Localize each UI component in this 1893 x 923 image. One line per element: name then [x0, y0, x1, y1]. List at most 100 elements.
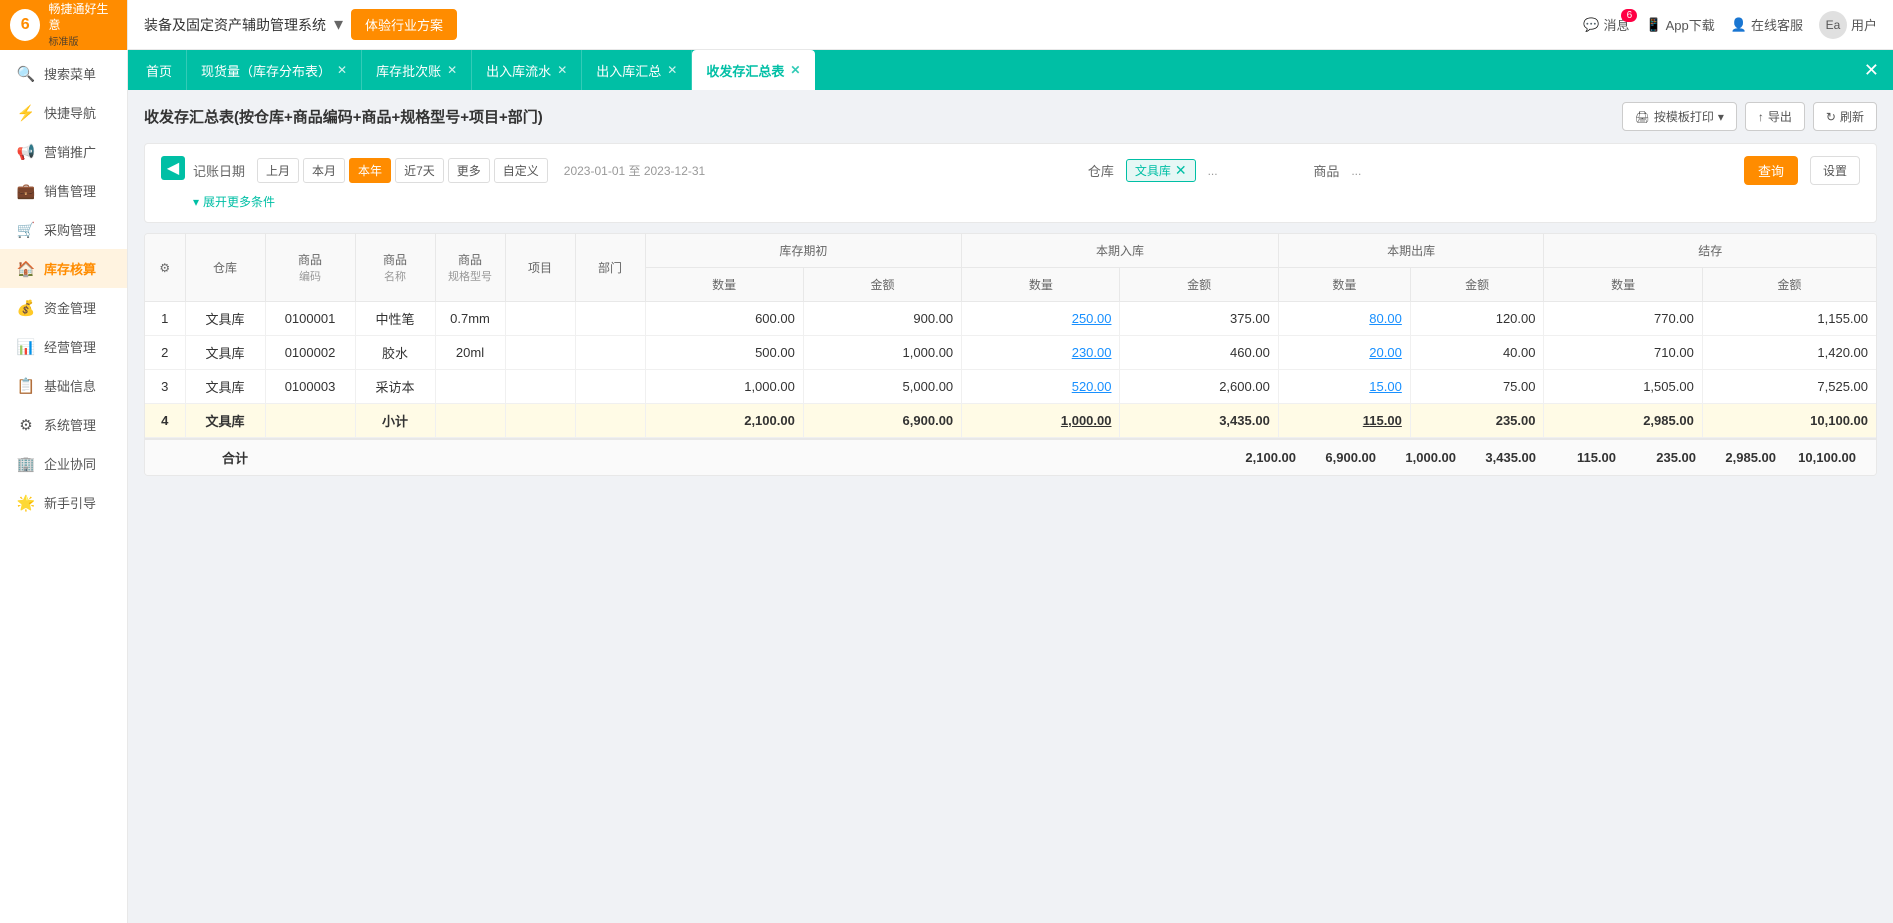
warehouse-more[interactable]: ... [1208, 164, 1218, 178]
lightning-icon: ⚡ [16, 104, 36, 122]
tab-bar-close-all[interactable]: ✕ [1854, 60, 1889, 81]
date-btn-last-month[interactable]: 上月 [257, 158, 299, 183]
tab-close-flow[interactable]: ✕ [557, 63, 567, 77]
td-name: 中性笔 [355, 302, 435, 336]
tab-summary[interactable]: 出入库汇总 ✕ [582, 50, 692, 90]
print-button[interactable]: 🖨 按模板打印 ▾ [1622, 102, 1737, 131]
settings-dropdown-icon[interactable]: ▾ [334, 14, 343, 35]
page-actions: 🖨 按模板打印 ▾ ↑ 导出 ↻ 刷新 [1622, 102, 1877, 131]
th-in-amt: 金额 [1120, 268, 1278, 302]
settings-button[interactable]: 设置 [1810, 156, 1860, 185]
sidebar-item-search[interactable]: 🔍 搜索菜单 [0, 54, 127, 93]
tab-close-batch[interactable]: ✕ [447, 63, 457, 77]
sidebar-item-sales[interactable]: 💼 销售管理 [0, 171, 127, 210]
th-dept: 部门 [575, 234, 645, 302]
table-settings-icon[interactable]: ⚙ [159, 261, 170, 275]
td-closing-qty: 770.00 [1544, 302, 1702, 336]
th-opening-qty: 数量 [645, 268, 803, 302]
date-range-display: 2023-01-01 至 2023-12-31 [564, 162, 705, 179]
tab-stock-distribution[interactable]: 现货量（库存分布表） ✕ [187, 50, 362, 90]
remove-warehouse-icon[interactable]: ✕ [1175, 162, 1187, 179]
goods-label: 商品 [1313, 161, 1339, 180]
date-btn-this-year[interactable]: 本年 [349, 158, 391, 183]
marketing-icon: 📢 [16, 143, 36, 161]
footer-opening-amt: 6,900.00 [1306, 450, 1386, 465]
sidebar-item-finance[interactable]: 💰 资金管理 [0, 288, 127, 327]
tab-close-stock[interactable]: ✕ [337, 63, 347, 77]
sidebar-item-marketing[interactable]: 📢 营销推广 [0, 132, 127, 171]
tab-flow[interactable]: 出入库流水 ✕ [472, 50, 582, 90]
td-warehouse: 文具库 [185, 336, 265, 370]
tab-recv-send-summary[interactable]: 收发存汇总表 ✕ [692, 50, 815, 90]
system-icon: ⚙ [16, 416, 36, 434]
message-icon: 💬 [1583, 17, 1599, 33]
td-code: 0100002 [265, 336, 355, 370]
phone-icon: 📱 [1645, 17, 1661, 33]
export-icon: ↑ [1758, 110, 1764, 124]
td-closing-amt: 1,155.00 [1702, 302, 1876, 336]
td-in-qty: 250.00 [962, 302, 1120, 336]
sidebar-item-operations[interactable]: 📊 经营管理 [0, 327, 127, 366]
td-spec [435, 370, 505, 404]
sidebar-item-basic[interactable]: 📋 基础信息 [0, 366, 127, 405]
online-service-item[interactable]: 👤 在线客服 [1731, 15, 1803, 34]
logo-icon: 6 [10, 9, 40, 41]
td-out-qty: 20.00 [1278, 336, 1410, 370]
tab-close-recv[interactable]: ✕ [790, 63, 800, 77]
tab-batch[interactable]: 库存批次账 ✕ [362, 50, 472, 90]
tab-home[interactable]: 首页 [132, 50, 187, 90]
warehouse-tag[interactable]: 文具库 ✕ [1126, 159, 1196, 182]
user-item[interactable]: Ea 用户 [1819, 11, 1877, 39]
td-opening-amt: 900.00 [803, 302, 961, 336]
td-in-amt: 3,435.00 [1120, 404, 1278, 438]
sidebar-item-purchase[interactable]: 🛒 采购管理 [0, 210, 127, 249]
td-warehouse: 文具库 [185, 302, 265, 336]
export-button[interactable]: ↑ 导出 [1745, 102, 1805, 131]
sidebar-item-enterprise[interactable]: 🏢 企业协同 [0, 444, 127, 483]
sidebar-item-system[interactable]: ⚙ 系统管理 [0, 405, 127, 444]
date-label: 记账日期 [193, 161, 245, 180]
avatar: Ea [1819, 11, 1847, 39]
sidebar-item-inventory[interactable]: 🏠 库存核算 [0, 249, 127, 288]
date-btn-more[interactable]: 更多 [448, 158, 490, 183]
data-table: ⚙ 仓库 商品 编码 商品 名称 [145, 234, 1876, 438]
service-icon: 👤 [1731, 17, 1747, 33]
date-btn-this-month[interactable]: 本月 [303, 158, 345, 183]
query-button[interactable]: 查询 [1744, 156, 1798, 185]
guide-icon: 🌟 [16, 494, 36, 512]
td-out-qty: 115.00 [1278, 404, 1410, 438]
footer-closing-amt: 10,100.00 [1786, 450, 1866, 465]
logo-text: 畅捷通好生意 标准版 [48, 2, 117, 48]
purchase-icon: 🛒 [16, 221, 36, 239]
td-seq: 3 [145, 370, 185, 404]
experience-button[interactable]: 体验行业方案 [351, 9, 457, 40]
sidebar-item-guide[interactable]: 🌟 新手引导 [0, 483, 127, 522]
top-header: 装备及固定资产辅助管理系统 ▾ 体验行业方案 💬 消息 6 📱 App下载 👤 … [128, 0, 1893, 50]
td-spec [435, 404, 505, 438]
footer-in-qty: 1,000.00 [1386, 450, 1466, 465]
app-download-item[interactable]: 📱 App下载 [1645, 15, 1714, 34]
th-name: 商品 名称 [355, 234, 435, 302]
td-in-amt: 2,600.00 [1120, 370, 1278, 404]
tab-close-summary[interactable]: ✕ [667, 63, 677, 77]
table-row: 3 文具库 0100003 采访本 1,000.00 5,000.00 520.… [145, 370, 1876, 404]
expand-filter-btn[interactable]: ▾ 展开更多条件 [193, 193, 275, 210]
goods-more[interactable]: ... [1351, 164, 1361, 178]
page-title: 收发存汇总表(按仓库+商品编码+商品+规格型号+项目+部门) [144, 106, 543, 127]
finance-icon: 💰 [16, 299, 36, 317]
td-code: 0100001 [265, 302, 355, 336]
date-btn-custom[interactable]: 自定义 [494, 158, 548, 183]
td-out-qty: 15.00 [1278, 370, 1410, 404]
chevron-down-icon-expand: ▾ [193, 195, 199, 209]
filter-arrow-btn[interactable]: ◀ [161, 156, 185, 180]
footer-out-amt: 235.00 [1626, 450, 1706, 465]
message-item[interactable]: 💬 消息 6 [1583, 15, 1629, 34]
filter-row-1: 记账日期 上月 本月 本年 近7天 更多 自定义 2023-01-01 至 20… [193, 156, 1860, 185]
td-code: 0100003 [265, 370, 355, 404]
date-btn-7days[interactable]: 近7天 [395, 158, 444, 183]
sidebar-item-quicknav[interactable]: ⚡ 快捷导航 [0, 93, 127, 132]
refresh-button[interactable]: ↻ 刷新 [1813, 102, 1877, 131]
filter-row-2: ▾ 展开更多条件 [193, 193, 1860, 210]
td-in-amt: 460.00 [1120, 336, 1278, 370]
print-icon: 🖨 [1635, 110, 1650, 124]
